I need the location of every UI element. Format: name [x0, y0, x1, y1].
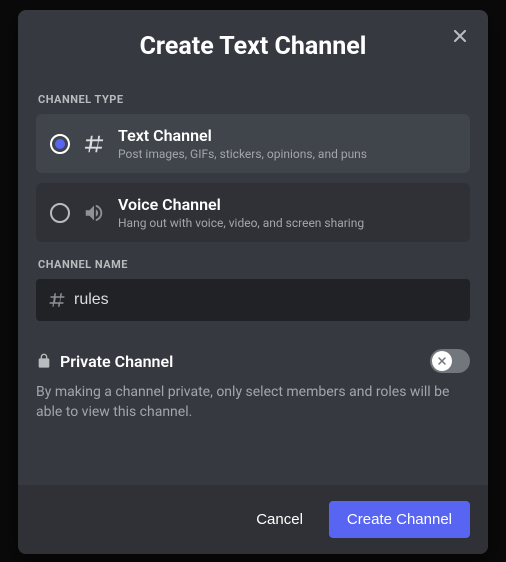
private-channel-title: Private Channel: [60, 352, 173, 371]
cancel-button[interactable]: Cancel: [238, 501, 321, 538]
voice-channel-desc: Hang out with voice, video, and screen s…: [118, 216, 364, 230]
channel-type-label: CHANNEL TYPE: [38, 93, 468, 106]
radio-selected: [50, 134, 70, 154]
private-left: Private Channel: [36, 352, 173, 371]
speaker-icon: [82, 201, 106, 225]
channel-type-voice-option[interactable]: Voice Channel Hang out with voice, video…: [36, 183, 470, 242]
modal-title: Create Text Channel: [42, 32, 464, 61]
create-channel-modal: Create Text Channel CHANNEL TYPE Text Ch…: [18, 10, 488, 554]
private-channel-toggle[interactable]: [430, 349, 470, 373]
close-icon: [450, 26, 470, 50]
hash-icon: [48, 291, 66, 309]
radio-unselected: [50, 203, 70, 223]
private-channel-desc: By making a channel private, only select…: [36, 383, 470, 422]
toggle-knob: [432, 351, 452, 371]
text-channel-desc: Post images, GIFs, stickers, opinions, a…: [118, 147, 367, 161]
modal-header: Create Text Channel: [18, 10, 488, 69]
text-channel-title: Text Channel: [118, 126, 367, 145]
text-channel-text: Text Channel Post images, GIFs, stickers…: [118, 126, 367, 161]
channel-type-text-option[interactable]: Text Channel Post images, GIFs, stickers…: [36, 114, 470, 173]
private-channel-row: Private Channel: [36, 349, 470, 373]
voice-channel-text: Voice Channel Hang out with voice, video…: [118, 195, 364, 230]
channel-name-input[interactable]: [74, 291, 458, 309]
close-button[interactable]: [446, 24, 474, 52]
modal-footer: Cancel Create Channel: [18, 485, 488, 554]
create-channel-button[interactable]: Create Channel: [329, 501, 470, 538]
modal-body: CHANNEL TYPE Text Channel Post images, G…: [18, 69, 488, 465]
channel-name-label: CHANNEL NAME: [38, 258, 468, 271]
hash-icon: [82, 132, 106, 156]
lock-icon: [36, 353, 52, 369]
channel-name-field[interactable]: [36, 279, 470, 321]
voice-channel-title: Voice Channel: [118, 195, 364, 214]
